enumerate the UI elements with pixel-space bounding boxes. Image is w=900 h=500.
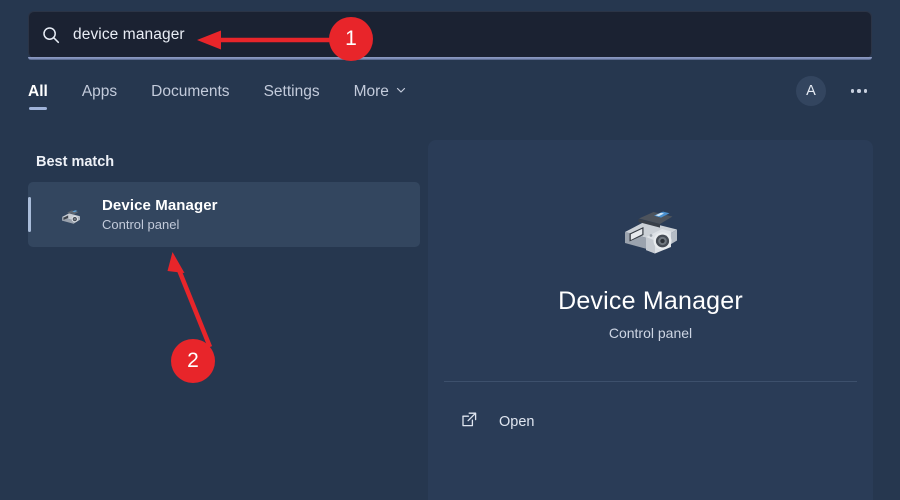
device-manager-icon bbox=[54, 198, 88, 232]
preview-divider bbox=[444, 381, 857, 382]
ellipsis-dot bbox=[851, 89, 855, 93]
search-filter-tabs: All Apps Documents Settings More A bbox=[28, 78, 872, 122]
selection-indicator bbox=[28, 197, 31, 232]
ellipsis-icon[interactable] bbox=[846, 78, 872, 104]
best-match-text: Device Manager Control panel bbox=[102, 197, 218, 232]
tab-settings[interactable]: Settings bbox=[264, 78, 320, 102]
search-icon bbox=[29, 26, 73, 44]
device-manager-icon bbox=[608, 185, 694, 271]
annotation-badge-1: 1 bbox=[329, 17, 373, 61]
best-match-title: Device Manager bbox=[102, 197, 218, 214]
search-bar-underline bbox=[28, 57, 872, 60]
tab-documents[interactable]: Documents bbox=[151, 78, 229, 102]
annotation-badge-2: 2 bbox=[171, 339, 215, 383]
avatar[interactable]: A bbox=[796, 76, 826, 106]
preview-subtitle: Control panel bbox=[609, 325, 692, 341]
best-match-section-label: Best match bbox=[36, 154, 420, 170]
tab-active-underline bbox=[29, 107, 47, 110]
preview-title: Device Manager bbox=[558, 287, 743, 316]
preview-panel: Device Manager Control panel Open bbox=[428, 140, 873, 500]
tab-documents-label: Documents bbox=[151, 82, 229, 102]
search-window: All Apps Documents Settings More A bbox=[0, 0, 900, 500]
annotation-arrow-2 bbox=[160, 245, 240, 355]
tab-all-label: All bbox=[28, 82, 48, 102]
avatar-initial: A bbox=[806, 83, 816, 99]
tab-apps-label: Apps bbox=[82, 82, 117, 102]
tab-more[interactable]: More bbox=[354, 78, 407, 102]
annotation-badge-2-number: 2 bbox=[187, 349, 199, 373]
best-match-subtitle: Control panel bbox=[102, 217, 218, 232]
tab-more-label: More bbox=[354, 82, 389, 102]
tab-apps[interactable]: Apps bbox=[82, 78, 117, 102]
annotation-badge-1-number: 1 bbox=[345, 27, 357, 51]
tab-settings-label: Settings bbox=[264, 82, 320, 102]
tab-all[interactable]: All bbox=[28, 78, 48, 102]
open-action-label: Open bbox=[499, 414, 534, 430]
chevron-down-icon bbox=[395, 82, 407, 102]
open-action-button[interactable]: Open bbox=[444, 404, 857, 440]
search-input[interactable] bbox=[73, 12, 871, 58]
best-match-result[interactable]: Device Manager Control panel bbox=[28, 182, 420, 247]
ellipsis-dot bbox=[864, 89, 868, 93]
open-external-icon bbox=[460, 410, 479, 434]
search-bar[interactable] bbox=[28, 11, 872, 58]
annotation-arrow-1 bbox=[195, 22, 345, 58]
ellipsis-dot bbox=[857, 89, 861, 93]
